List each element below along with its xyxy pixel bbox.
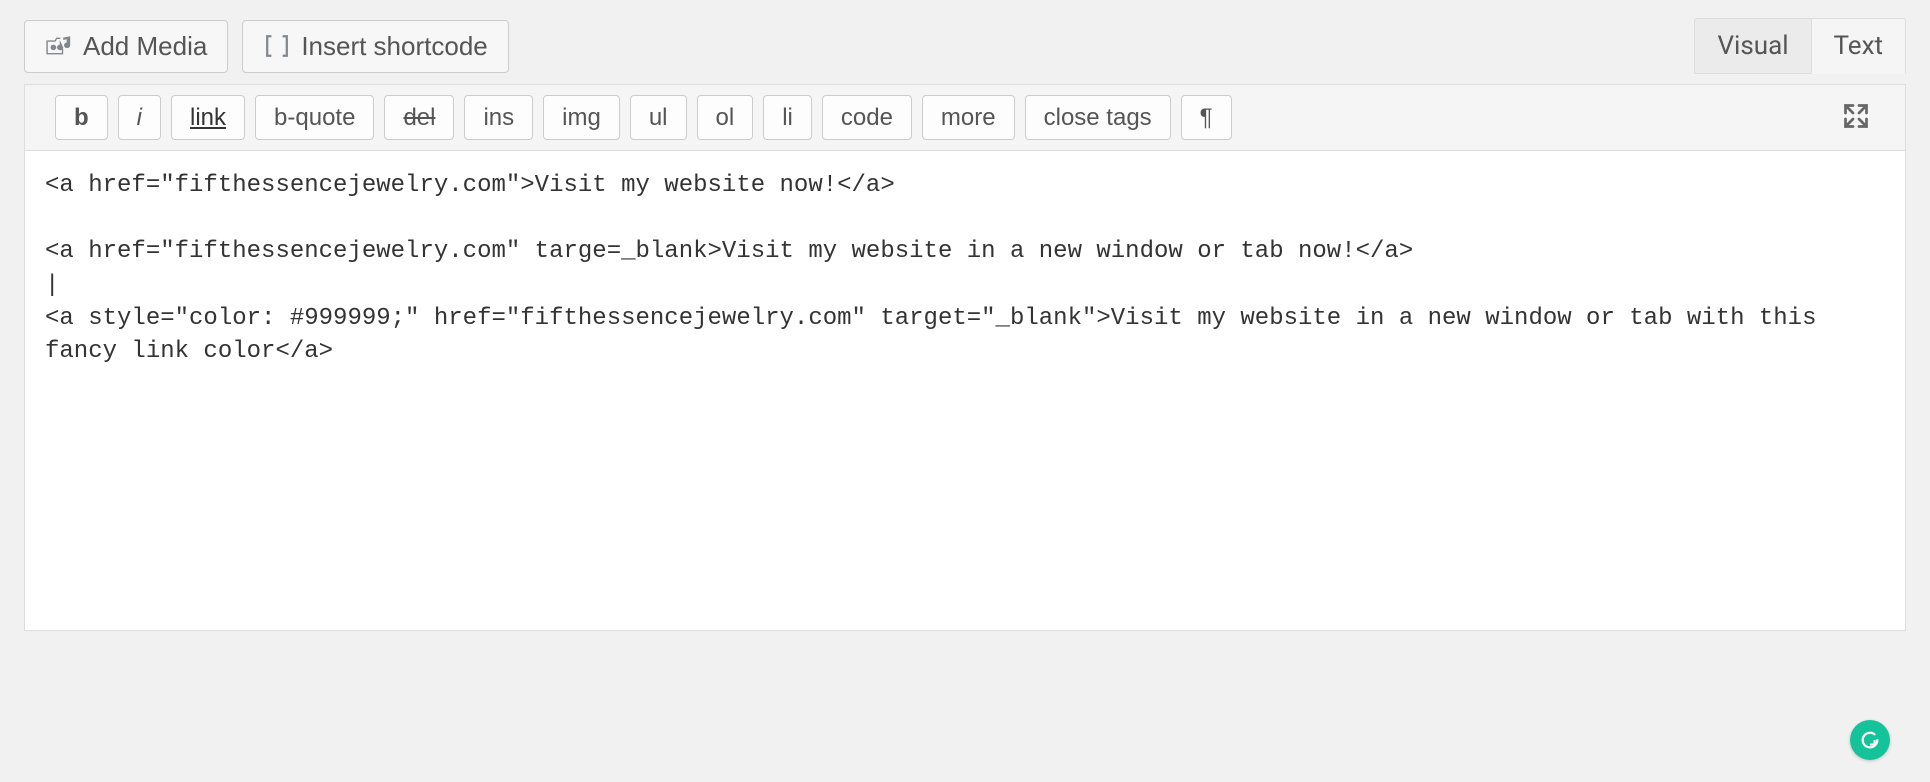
qt-link-button[interactable]: link [171, 95, 245, 140]
tab-visual-label: Visual [1717, 31, 1788, 61]
insert-shortcode-label: Insert shortcode [301, 31, 487, 62]
qt-bquote-button[interactable]: b-quote [255, 95, 374, 140]
qt-ul-button[interactable]: ul [630, 95, 687, 140]
grammarly-badge[interactable] [1850, 720, 1890, 760]
insert-shortcode-button[interactable]: Insert shortcode [242, 20, 508, 73]
fullscreen-icon [1841, 101, 1871, 135]
editor-container: Add Media Insert shortcode Visual Text b [0, 0, 1930, 635]
qt-ol-button[interactable]: ol [697, 95, 754, 140]
qt-italic-button[interactable]: i [118, 95, 161, 140]
editor-tabs: Visual Text [1694, 18, 1906, 74]
qt-code-button[interactable]: code [822, 95, 912, 140]
qt-pilcrow-button[interactable]: ¶ [1181, 95, 1232, 140]
editor-area-wrapper [24, 151, 1906, 635]
quicktags-toolbar: b i link b-quote del ins img ul ol li co… [24, 84, 1906, 151]
qt-close-tags-button[interactable]: close tags [1025, 95, 1171, 140]
grammarly-icon [1859, 729, 1881, 751]
content-textarea[interactable] [24, 151, 1906, 631]
media-buttons: Add Media Insert shortcode [24, 20, 509, 73]
tab-text-label: Text [1834, 31, 1883, 61]
editor-top-row: Add Media Insert shortcode Visual Text [0, 0, 1930, 84]
qt-del-button[interactable]: del [384, 95, 454, 140]
shortcode-icon [263, 32, 291, 60]
qt-bold-button[interactable]: b [55, 95, 108, 140]
camera-music-icon [45, 32, 73, 60]
qt-li-button[interactable]: li [763, 95, 812, 140]
qt-more-button[interactable]: more [922, 95, 1015, 140]
fullscreen-button[interactable] [1837, 99, 1875, 137]
tab-visual[interactable]: Visual [1694, 18, 1810, 74]
qt-ins-button[interactable]: ins [464, 95, 533, 140]
qt-img-button[interactable]: img [543, 95, 620, 140]
tab-text[interactable]: Text [1811, 18, 1906, 74]
add-media-button[interactable]: Add Media [24, 20, 228, 73]
add-media-label: Add Media [83, 31, 207, 62]
quicktags-buttons: b i link b-quote del ins img ul ol li co… [55, 95, 1232, 140]
